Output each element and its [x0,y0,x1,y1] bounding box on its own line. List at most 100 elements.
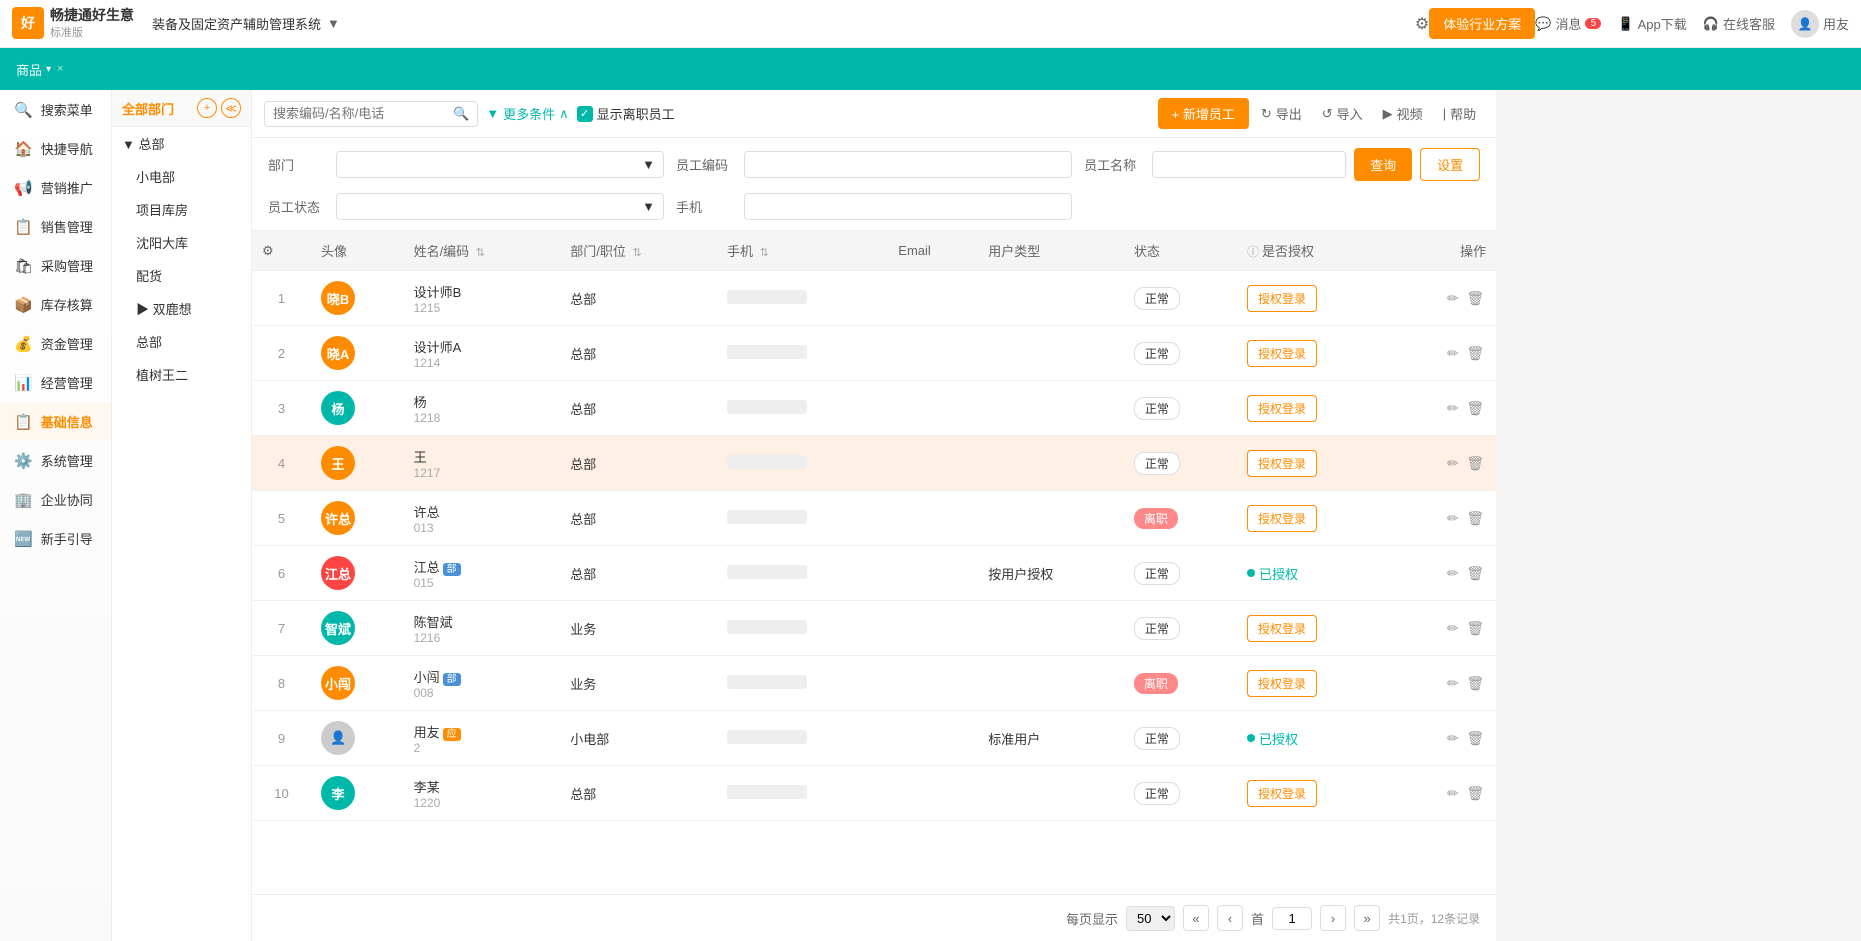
name-input[interactable] [1152,151,1346,178]
edit-btn[interactable]: ✏ [1447,455,1459,471]
th-name[interactable]: 姓名/编码 ⇅ [404,231,561,271]
edit-btn[interactable]: ✏ [1447,290,1459,306]
delete-btn[interactable]: 🗑 [1466,290,1484,306]
sidebar-item-search-menu[interactable]: 🔍搜索菜单 [0,90,111,129]
edit-btn[interactable]: ✏ [1447,565,1459,581]
avatar-cell: 晓B [311,271,404,326]
page-number-input[interactable] [1272,907,1312,930]
code-input[interactable] [744,151,1072,178]
sidebar-item-basic[interactable]: 📋基础信息 [0,402,111,441]
sidebar-label-guide: 新手引导 [41,529,93,548]
dept-select[interactable]: ▼ [336,151,664,178]
system-title-dropdown[interactable]: ▼ [327,16,340,31]
prev-page-btn[interactable]: ‹ [1217,905,1243,931]
operation-cell: ✏ 🗑 [1391,436,1496,491]
dept-node[interactable]: 植树王二 [112,358,251,391]
phone-input[interactable] [744,193,1072,220]
name-cell: 许总 013 [404,491,561,546]
sidebar-item-guide[interactable]: 🆕新手引导 [0,519,111,558]
sidebar-item-inventory[interactable]: 📦库存核算 [0,285,111,324]
delete-btn[interactable]: 🗑 [1466,510,1484,526]
add-employee-btn[interactable]: + 新增员工 [1158,98,1249,129]
last-page-btn[interactable]: » [1354,905,1380,931]
export-btn[interactable]: ↻ 导出 [1253,100,1310,127]
dept-tree-add-btn[interactable]: + [197,98,217,118]
dept-node[interactable]: 配货 [112,259,251,292]
edit-btn[interactable]: ✏ [1447,620,1459,636]
sidebar-item-company[interactable]: 🏢企业协同 [0,480,111,519]
edit-btn[interactable]: ✏ [1447,730,1459,746]
sidebar-label-search-menu: 搜索菜单 [41,100,93,119]
logo-area: 好 畅捷通好生意 标准版 [12,7,142,40]
auth-btn[interactable]: 授权登录 [1247,450,1317,477]
show-resigned-label[interactable]: ✓ 显示离职员工 [577,104,675,123]
operation-cell: ✏ 🗑 [1391,656,1496,711]
query-btn[interactable]: 查询 [1354,148,1412,181]
auth-btn[interactable]: 授权登录 [1247,395,1317,422]
auth-btn[interactable]: 授权登录 [1247,505,1317,532]
sidebar-item-purchase[interactable]: 🛍采购管理 [0,246,111,285]
sidebar-item-marketing[interactable]: 📢营销推广 [0,168,111,207]
status-badge: 离职 [1134,673,1178,694]
delete-btn[interactable]: 🗑 [1466,675,1484,691]
auth-btn[interactable]: 授权登录 [1247,780,1317,807]
th-phone[interactable]: 手机 ⇅ [717,231,888,271]
delete-btn[interactable]: 🗑 [1466,455,1484,471]
filter-phone-row: 手机 [676,193,1072,220]
app-download-btn[interactable]: 📱 App下载 [1617,14,1686,33]
view-btn[interactable]: ▶ 视频 [1375,100,1431,127]
delete-btn[interactable]: 🗑 [1466,400,1484,416]
th-dept[interactable]: 部门/职位 ⇅ [560,231,717,271]
sidebar-item-operation[interactable]: 📊经营管理 [0,363,111,402]
status-select[interactable]: ▼ [336,193,664,220]
msg-btn[interactable]: 💬 消息 5 [1535,14,1601,33]
auth-btn[interactable]: 授权登录 [1247,670,1317,697]
next-page-btn[interactable]: › [1320,905,1346,931]
dept-node[interactable]: 小电部 [112,160,251,193]
edit-btn[interactable]: ✏ [1447,510,1459,526]
page-size-select[interactable]: 50 [1126,906,1175,931]
settings-icon[interactable]: ⚙ [1415,14,1429,34]
nav-item-商品[interactable]: 商品 ▾× [0,48,105,90]
edit-btn[interactable]: ✏ [1447,675,1459,691]
more-filter-btn[interactable]: ▼ 更多条件 ∧ [486,104,568,123]
name-cell: 设计师A 1214 [404,326,561,381]
phone-blur [727,510,807,524]
edit-btn[interactable]: ✏ [1447,785,1459,801]
dept-node[interactable]: ▶ 双鹿想 [112,292,251,325]
close-tab-商品[interactable]: × [57,63,63,75]
delete-btn[interactable]: 🗑 [1466,345,1484,361]
edit-btn[interactable]: ✏ [1447,345,1459,361]
sidebar-item-sales[interactable]: 📋销售管理 [0,207,111,246]
first-page-btn[interactable]: « [1183,905,1209,931]
dept-node[interactable]: 沈阳大库 [112,226,251,259]
user-area[interactable]: 👤 用友 [1791,10,1849,38]
search-input[interactable] [273,106,453,121]
dept-tree-collapse-btn[interactable]: ≪ [221,98,241,118]
help-btn[interactable]: | 帮助 [1435,100,1484,127]
sidebar-item-shortcut[interactable]: 🏠快捷导航 [0,129,111,168]
dept-node[interactable]: ▼ 总部 [112,127,251,160]
sidebar-item-system[interactable]: ⚙️系统管理 [0,441,111,480]
show-resigned-checkbox[interactable]: ✓ [577,106,593,122]
edit-btn[interactable]: ✏ [1447,400,1459,416]
import-btn[interactable]: ↺ 导入 [1314,100,1371,127]
delete-btn[interactable]: 🗑 [1466,785,1484,801]
auth-btn[interactable]: 授权登录 [1247,340,1317,367]
reset-btn[interactable]: 设置 [1420,148,1480,181]
auth-cell: 授权登录 [1237,436,1391,491]
status-badge: 离职 [1134,508,1178,529]
delete-btn[interactable]: 🗑 [1466,730,1484,746]
try-btn[interactable]: 体验行业方案 [1429,8,1535,39]
delete-btn[interactable]: 🗑 [1466,620,1484,636]
dept-node[interactable]: 总部 [112,325,251,358]
avatar-cell: 小闯 [311,656,404,711]
phone-cell [717,656,888,711]
th-settings[interactable]: ⚙ [252,231,311,271]
sidebar-item-finance[interactable]: 💰资金管理 [0,324,111,363]
auth-btn[interactable]: 授权登录 [1247,615,1317,642]
delete-btn[interactable]: 🗑 [1466,565,1484,581]
dept-node[interactable]: 项目库房 [112,193,251,226]
auth-btn[interactable]: 授权登录 [1247,285,1317,312]
service-btn[interactable]: 🎧 在线客服 [1703,14,1775,33]
